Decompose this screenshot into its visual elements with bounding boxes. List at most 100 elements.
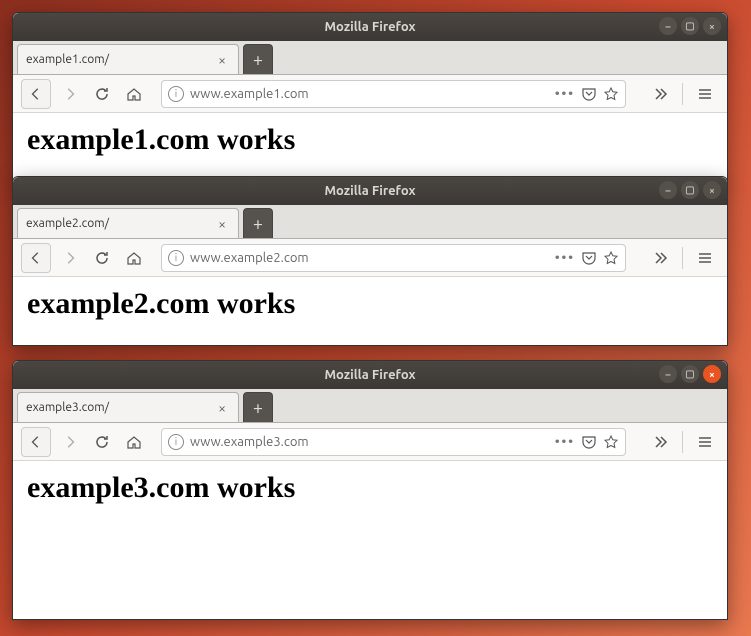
browser-window: Mozilla Firefox – ▢ × example3.com/ × + … <box>12 360 728 620</box>
close-window-button[interactable]: × <box>703 365 721 383</box>
tab-strip: example2.com/ × + <box>13 205 727 239</box>
navigation-toolbar: i www.example2.com ••• <box>13 239 727 277</box>
browser-window: Mozilla Firefox – ▢ × example1.com/ × + … <box>12 12 728 182</box>
page-heading: example2.com works <box>27 287 713 321</box>
hamburger-icon <box>697 250 713 266</box>
arrow-left-icon <box>29 87 43 101</box>
bookmark-star-icon[interactable] <box>603 86 619 102</box>
close-tab-icon[interactable]: × <box>214 52 230 68</box>
home-icon <box>126 434 142 450</box>
arrow-left-icon <box>29 435 43 449</box>
home-button[interactable] <box>121 81 147 107</box>
reload-icon <box>94 86 110 102</box>
window-titlebar[interactable]: Mozilla Firefox – ▢ × <box>13 361 727 389</box>
overflow-menu-button[interactable] <box>646 244 674 272</box>
page-heading: example1.com works <box>27 123 713 157</box>
page-actions-icon[interactable]: ••• <box>555 251 575 265</box>
page-actions-icon[interactable]: ••• <box>555 87 575 101</box>
window-controls: – ▢ × <box>659 181 721 199</box>
close-window-button[interactable]: × <box>703 17 721 35</box>
new-tab-button[interactable]: + <box>243 208 273 238</box>
back-button[interactable] <box>21 79 51 109</box>
close-tab-icon[interactable]: × <box>214 400 230 416</box>
page-content: example3.com works <box>13 461 727 515</box>
navigation-toolbar: i www.example1.com ••• <box>13 75 727 113</box>
forward-button[interactable] <box>57 429 83 455</box>
url-text[interactable]: www.example2.com <box>190 251 549 265</box>
pocket-icon[interactable] <box>581 86 597 102</box>
minimize-button[interactable]: – <box>659 181 677 199</box>
maximize-button[interactable]: ▢ <box>681 181 699 199</box>
site-info-icon[interactable]: i <box>168 86 184 102</box>
tab-strip: example1.com/ × + <box>13 41 727 75</box>
reload-button[interactable] <box>89 429 115 455</box>
hamburger-icon <box>697 434 713 450</box>
page-content: example2.com works <box>13 277 727 331</box>
address-bar[interactable]: i www.example3.com ••• <box>161 428 626 456</box>
toolbar-divider <box>682 247 683 269</box>
back-button[interactable] <box>21 243 51 273</box>
page-heading: example3.com works <box>27 471 713 505</box>
browser-tab[interactable]: example2.com/ × <box>17 208 239 238</box>
arrow-right-icon <box>63 251 77 265</box>
reload-button[interactable] <box>89 81 115 107</box>
window-titlebar[interactable]: Mozilla Firefox – ▢ × <box>13 177 727 205</box>
overflow-menu-button[interactable] <box>646 428 674 456</box>
reload-icon <box>94 250 110 266</box>
close-window-button[interactable]: × <box>703 181 721 199</box>
tab-title: example3.com/ <box>26 401 109 414</box>
maximize-button[interactable]: ▢ <box>681 365 699 383</box>
close-tab-icon[interactable]: × <box>214 216 230 232</box>
chevron-double-right-icon <box>652 250 668 266</box>
minimize-button[interactable]: – <box>659 17 677 35</box>
reload-icon <box>94 434 110 450</box>
arrow-left-icon <box>29 251 43 265</box>
forward-button[interactable] <box>57 245 83 271</box>
new-tab-button[interactable]: + <box>243 392 273 422</box>
minimize-button[interactable]: – <box>659 365 677 383</box>
site-info-icon[interactable]: i <box>168 434 184 450</box>
address-bar[interactable]: i www.example1.com ••• <box>161 80 626 108</box>
browser-window: Mozilla Firefox – ▢ × example2.com/ × + … <box>12 176 728 346</box>
hamburger-menu-button[interactable] <box>691 244 719 272</box>
overflow-menu-button[interactable] <box>646 80 674 108</box>
bookmark-star-icon[interactable] <box>603 434 619 450</box>
back-button[interactable] <box>21 427 51 457</box>
home-button[interactable] <box>121 245 147 271</box>
window-title: Mozilla Firefox <box>324 184 415 198</box>
forward-button[interactable] <box>57 81 83 107</box>
tab-title: example1.com/ <box>26 53 109 66</box>
new-tab-button[interactable]: + <box>243 44 273 74</box>
tab-strip: example3.com/ × + <box>13 389 727 423</box>
pocket-icon[interactable] <box>581 434 597 450</box>
window-title: Mozilla Firefox <box>324 20 415 34</box>
hamburger-menu-button[interactable] <box>691 428 719 456</box>
maximize-button[interactable]: ▢ <box>681 17 699 35</box>
site-info-icon[interactable]: i <box>168 250 184 266</box>
home-button[interactable] <box>121 429 147 455</box>
window-controls: – ▢ × <box>659 365 721 383</box>
url-text[interactable]: www.example1.com <box>190 87 549 101</box>
url-text[interactable]: www.example3.com <box>190 435 549 449</box>
navigation-toolbar: i www.example3.com ••• <box>13 423 727 461</box>
address-bar[interactable]: i www.example2.com ••• <box>161 244 626 272</box>
reload-button[interactable] <box>89 245 115 271</box>
arrow-right-icon <box>63 87 77 101</box>
browser-tab[interactable]: example1.com/ × <box>17 44 239 74</box>
toolbar-divider <box>682 431 683 453</box>
hamburger-icon <box>697 86 713 102</box>
browser-tab[interactable]: example3.com/ × <box>17 392 239 422</box>
toolbar-divider <box>682 83 683 105</box>
pocket-icon[interactable] <box>581 250 597 266</box>
bookmark-star-icon[interactable] <box>603 250 619 266</box>
chevron-double-right-icon <box>652 434 668 450</box>
window-title: Mozilla Firefox <box>324 368 415 382</box>
hamburger-menu-button[interactable] <box>691 80 719 108</box>
page-content: example1.com works <box>13 113 727 167</box>
home-icon <box>126 250 142 266</box>
arrow-right-icon <box>63 435 77 449</box>
page-actions-icon[interactable]: ••• <box>555 435 575 449</box>
window-titlebar[interactable]: Mozilla Firefox – ▢ × <box>13 13 727 41</box>
home-icon <box>126 86 142 102</box>
window-controls: – ▢ × <box>659 17 721 35</box>
